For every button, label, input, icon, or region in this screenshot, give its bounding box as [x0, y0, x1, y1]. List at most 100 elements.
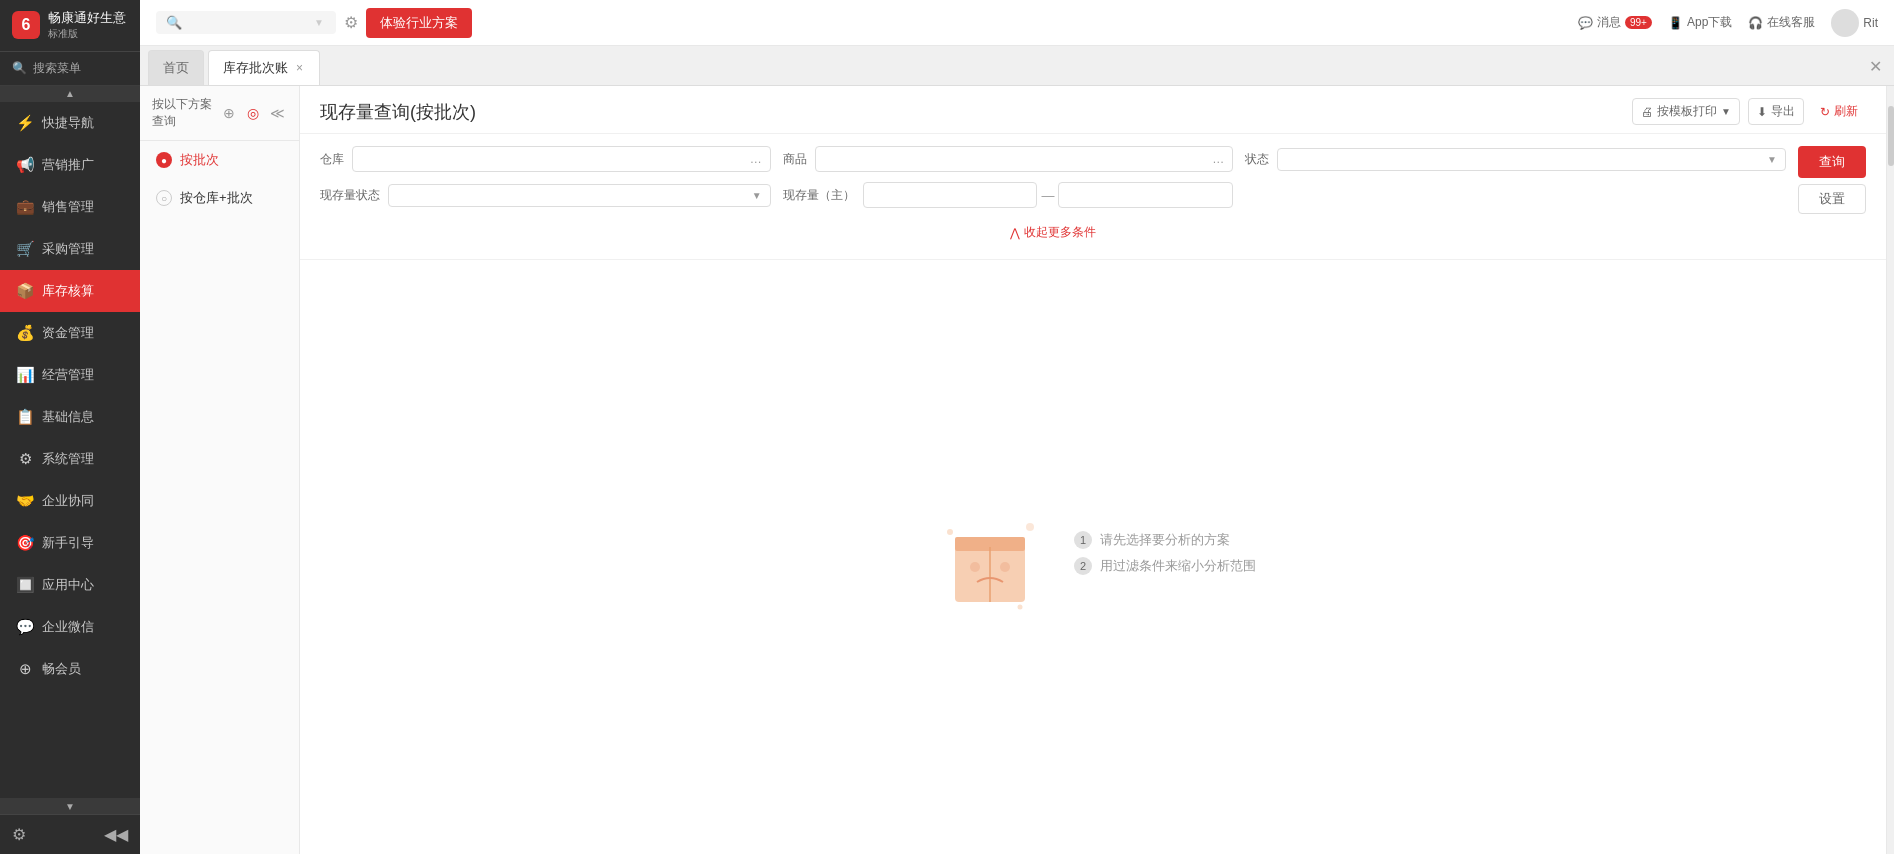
export-btn[interactable]: ⬇ 导出 — [1748, 98, 1804, 125]
empty-hint-1: 1 请先选择要分析的方案 — [1074, 531, 1256, 549]
search-icon: 🔍 — [166, 15, 182, 30]
app-download-action[interactable]: 📱 App下载 — [1668, 14, 1732, 31]
messages-action[interactable]: 💬 消息 99+ — [1578, 14, 1652, 31]
messages-badge: 99+ — [1625, 16, 1652, 29]
main-content: 🔍 ▼ ⚙ 体验行业方案 💬 消息 99+ 📱 App下载 🎧 在线客服 — [140, 0, 1894, 854]
search-label: 搜索菜单 — [33, 60, 81, 77]
page-header: 现存量查询(按批次) 🖨 按模板打印 ▼ ⬇ 导出 ↻ 刷新 — [300, 86, 1886, 134]
sidebar-item-purchase[interactable]: 🛒 采购管理 — [0, 228, 140, 270]
scrollbar-thumb[interactable] — [1888, 106, 1894, 166]
active-scheme-dot: ● — [156, 152, 172, 168]
sidebar-item-enterprise[interactable]: 🤝 企业协同 — [0, 480, 140, 522]
warehouse-input-field[interactable] — [361, 152, 750, 166]
close-all-tabs-icon[interactable]: ✕ — [1869, 56, 1882, 75]
inventory-status-select[interactable]: ▼ — [388, 184, 771, 207]
sidebar-item-quick-nav[interactable]: ⚡ 快捷导航 — [0, 102, 140, 144]
avatar — [1831, 9, 1859, 37]
message-icon: 💬 — [1578, 16, 1593, 30]
app-edition: 标准版 — [48, 27, 126, 41]
scheme-by-batch[interactable]: ● 按批次 — [140, 141, 299, 179]
scheme-by-warehouse-batch[interactable]: ○ 按仓库+批次 — [140, 179, 299, 217]
topbar-left: 🔍 ▼ ⚙ 体验行业方案 — [156, 8, 1566, 38]
sidebar-item-label: 经营管理 — [42, 366, 94, 384]
scheme-settings-btn[interactable]: ◎ — [243, 103, 263, 123]
sidebar-item-system[interactable]: ⚙ 系统管理 — [0, 438, 140, 480]
sidebar-item-finance[interactable]: 💰 资金管理 — [0, 312, 140, 354]
warehouse-dots[interactable]: … — [750, 152, 762, 166]
tab-home[interactable]: 首页 — [148, 50, 204, 85]
search-icon: 🔍 — [12, 61, 27, 75]
sidebar-item-guide[interactable]: 🎯 新手引导 — [0, 522, 140, 564]
enterprise-icon: 🤝 — [16, 492, 34, 510]
basic-icon: 📋 — [16, 408, 34, 426]
topbar-search-box[interactable]: 🔍 ▼ — [156, 11, 336, 34]
sidebar-item-label: 应用中心 — [42, 576, 94, 594]
settings-btn[interactable]: 设置 — [1798, 184, 1866, 214]
sidebar-item-wechat[interactable]: 💬 企业微信 — [0, 606, 140, 648]
collapse-sidebar-icon[interactable]: ◀◀ — [104, 825, 128, 844]
topbar-search-input[interactable] — [188, 16, 308, 30]
svg-point-6 — [1026, 523, 1034, 531]
user-name: Rit — [1863, 16, 1878, 30]
sidebar-item-label: 新手引导 — [42, 534, 94, 552]
sales-icon: 💼 — [16, 198, 34, 216]
status-select[interactable]: ▼ — [1277, 148, 1786, 171]
product-dots[interactable]: … — [1212, 152, 1224, 166]
print-btn[interactable]: 🖨 按模板打印 ▼ — [1632, 98, 1740, 125]
warehouse-filter: 仓库 … — [320, 146, 771, 172]
sidebar-scroll-down[interactable]: ▼ — [0, 798, 140, 814]
warehouse-input[interactable]: … — [352, 146, 771, 172]
sidebar-item-label: 企业协同 — [42, 492, 94, 510]
sidebar-item-label: 采购管理 — [42, 240, 94, 258]
add-scheme-btn[interactable]: ⊕ — [219, 103, 239, 123]
apps-icon: 🔲 — [16, 576, 34, 594]
scheme-label: 按以下方案查询 — [152, 96, 219, 130]
sidebar-item-label: 基础信息 — [42, 408, 94, 426]
chevron-down-icon: ▼ — [1767, 154, 1777, 165]
industry-btn[interactable]: 体验行业方案 — [366, 8, 472, 38]
chevron-down-icon: ▼ — [314, 17, 324, 28]
app-download-label: App下载 — [1687, 14, 1732, 31]
sidebar-header: 6 畅康通好生意 标准版 — [0, 0, 140, 52]
tab-close-icon[interactable]: × — [294, 61, 305, 75]
sidebar-item-marketing[interactable]: 📢 营销推广 — [0, 144, 140, 186]
product-input-field[interactable] — [824, 152, 1213, 166]
user-avatar-action[interactable]: Rit — [1831, 9, 1878, 37]
empty-text: 1 请先选择要分析的方案 2 用过滤条件来缩小分析范围 — [1074, 531, 1256, 583]
topbar-right: 💬 消息 99+ 📱 App下载 🎧 在线客服 Rit — [1578, 9, 1878, 37]
qty-max-input[interactable] — [1058, 182, 1233, 208]
finance-icon: 💰 — [16, 324, 34, 342]
sidebar-item-apps[interactable]: 🔲 应用中心 — [0, 564, 140, 606]
messages-label: 消息 — [1597, 14, 1621, 31]
inventory-status-label: 现存量状态 — [320, 187, 380, 204]
sidebar-item-sales[interactable]: 💼 销售管理 — [0, 186, 140, 228]
filter-actions: 查询 设置 — [1798, 146, 1866, 214]
refresh-btn[interactable]: ↻ 刷新 — [1812, 99, 1866, 124]
qty-min-input[interactable] — [863, 182, 1038, 208]
topbar-gear-icon[interactable]: ⚙ — [344, 13, 358, 32]
sidebar-scroll-up[interactable]: ▲ — [0, 86, 140, 102]
customer-service-action[interactable]: 🎧 在线客服 — [1748, 14, 1815, 31]
collapse-bar[interactable]: ⋀ 收起更多条件 — [320, 218, 1786, 247]
qty-range: — — [863, 182, 1234, 208]
query-btn[interactable]: 查询 — [1798, 146, 1866, 178]
settings-icon[interactable]: ⚙ — [12, 825, 26, 844]
sidebar-footer: ⚙ ◀◀ — [0, 814, 140, 854]
sidebar-item-inventory[interactable]: 📦 库存核算 — [0, 270, 140, 312]
sidebar-search[interactable]: 🔍 搜索菜单 — [0, 52, 140, 86]
collapse-panel-btn[interactable]: ≪ — [267, 103, 287, 123]
product-input[interactable]: … — [815, 146, 1234, 172]
tab-inventory-batch[interactable]: 库存批次账 × — [208, 50, 320, 85]
page-header-actions: 🖨 按模板打印 ▼ ⬇ 导出 ↻ 刷新 — [1632, 98, 1866, 125]
sidebar-item-basic[interactable]: 📋 基础信息 — [0, 396, 140, 438]
sidebar-item-label: 企业微信 — [42, 618, 94, 636]
product-filter: 商品 … — [783, 146, 1234, 172]
status-label: 状态 — [1245, 151, 1269, 168]
scheme-by-batch-label: 按批次 — [180, 151, 219, 169]
right-scrollbar[interactable] — [1886, 86, 1894, 854]
sidebar-item-member[interactable]: ⊕ 畅会员 — [0, 648, 140, 690]
sidebar-item-operation[interactable]: 📊 经营管理 — [0, 354, 140, 396]
operation-icon: 📊 — [16, 366, 34, 384]
tab-inventory-batch-label: 库存批次账 — [223, 59, 288, 77]
inventory-status-filter: 现存量状态 ▼ — [320, 184, 771, 207]
